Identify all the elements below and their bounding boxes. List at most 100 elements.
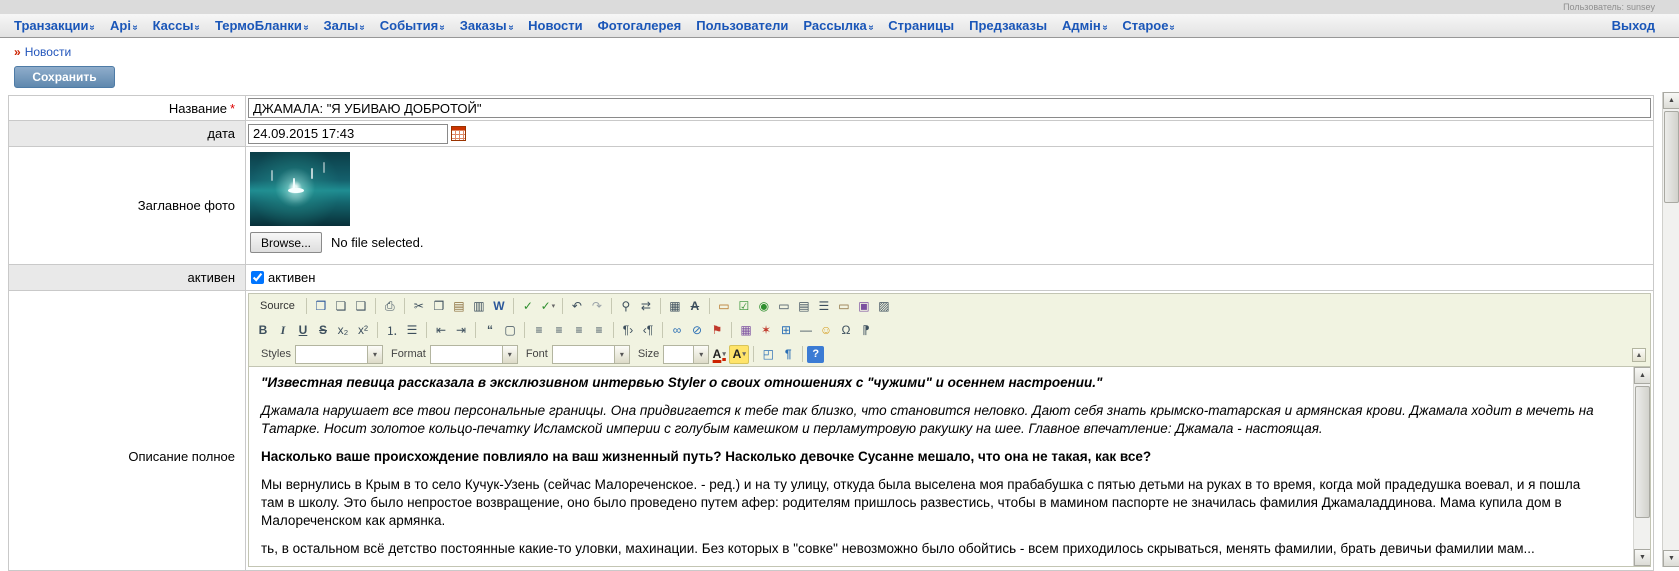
nav-item-termoblanki[interactable]: ТермоБланки» bbox=[215, 18, 311, 33]
superscript-icon[interactable]: x² bbox=[353, 321, 373, 340]
redo-icon[interactable]: ↷ bbox=[587, 297, 607, 316]
copy-icon[interactable]: ❐ bbox=[429, 297, 449, 316]
bidi-rtl-icon[interactable]: ‹¶ bbox=[638, 321, 658, 340]
scroll-up-button[interactable]: ▲ bbox=[1634, 367, 1650, 384]
paste-text-icon[interactable]: ▥ bbox=[469, 297, 489, 316]
nav-item-polzovateli[interactable]: Пользователи bbox=[696, 18, 788, 33]
nav-item-admin[interactable]: Адмін» bbox=[1062, 18, 1110, 33]
strike-icon[interactable]: S bbox=[313, 321, 333, 340]
underline-icon[interactable]: U bbox=[293, 321, 313, 340]
styles-select[interactable]: ▾ bbox=[294, 344, 383, 364]
bold-icon[interactable]: B bbox=[253, 321, 273, 340]
toolbar-collapse-button[interactable]: ▲ bbox=[1632, 348, 1646, 362]
nav-item-zaly[interactable]: Залы» bbox=[323, 18, 367, 33]
justify-block-icon[interactable]: ≡ bbox=[589, 321, 609, 340]
subscript-icon[interactable]: x₂ bbox=[333, 321, 353, 340]
font-select[interactable]: ▾ bbox=[551, 344, 630, 364]
calendar-icon[interactable] bbox=[451, 126, 466, 141]
editor-scrollbar[interactable]: ▲ ▼ bbox=[1633, 367, 1650, 566]
toolbar-separator bbox=[524, 322, 525, 338]
text-color-icon[interactable]: A bbox=[709, 345, 729, 364]
paste-icon[interactable]: ▤ bbox=[449, 297, 469, 316]
div-icon[interactable]: ▢ bbox=[500, 321, 520, 340]
image-icon[interactable]: ▦ bbox=[736, 321, 756, 340]
preview-icon[interactable]: ❑ bbox=[351, 297, 371, 316]
print-icon[interactable]: ⎙ bbox=[380, 297, 400, 316]
checkbox-icon[interactable]: ☑ bbox=[734, 297, 754, 316]
paste-from-word-icon[interactable]: W bbox=[489, 297, 509, 316]
outdent-icon[interactable]: ⇤ bbox=[431, 321, 451, 340]
maximize-icon[interactable]: ◰ bbox=[758, 345, 778, 364]
replace-icon[interactable]: ⇄ bbox=[636, 297, 656, 316]
justify-center-icon[interactable]: ≡ bbox=[549, 321, 569, 340]
nav-item-kassy[interactable]: Кассы» bbox=[153, 18, 203, 33]
bidi-ltr-icon[interactable]: ¶› bbox=[618, 321, 638, 340]
nav-item-zakazy[interactable]: Заказы» bbox=[460, 18, 516, 33]
image-button-icon[interactable]: ▣ bbox=[854, 297, 874, 316]
title-input[interactable] bbox=[248, 98, 1651, 118]
spell-check-icon[interactable]: ✓ bbox=[518, 297, 538, 316]
background-color-icon[interactable]: A bbox=[729, 344, 750, 364]
button-icon[interactable]: ▭ bbox=[834, 297, 854, 316]
blockquote-icon[interactable]: “ bbox=[480, 321, 500, 340]
justify-right-icon[interactable]: ≡ bbox=[569, 321, 589, 340]
chevron-down-icon: » bbox=[129, 24, 141, 31]
source-button[interactable]: Source bbox=[253, 297, 302, 316]
remove-format-icon[interactable]: A bbox=[685, 297, 705, 316]
bulleted-list-icon[interactable]: ☰ bbox=[402, 321, 422, 340]
nav-item-transakcii[interactable]: Транзакции» bbox=[14, 18, 98, 33]
nav-item-staroe[interactable]: Старое» bbox=[1122, 18, 1177, 33]
new-page-icon[interactable]: ❏ bbox=[331, 297, 351, 316]
cut-icon[interactable]: ✂ bbox=[409, 297, 429, 316]
scroll-down-button[interactable]: ▼ bbox=[1663, 550, 1679, 567]
find-icon[interactable]: ⚲ bbox=[616, 297, 636, 316]
nav-logout[interactable]: Выход bbox=[1612, 18, 1655, 33]
nav-item-stranicy[interactable]: Страницы bbox=[888, 18, 954, 33]
nav-item-api[interactable]: Api» bbox=[110, 18, 141, 33]
size-select[interactable]: ▾ bbox=[663, 344, 710, 364]
anchor-icon[interactable]: ⚑ bbox=[707, 321, 727, 340]
flash-icon[interactable]: ✶ bbox=[756, 321, 776, 340]
page-scrollbar-thumb[interactable] bbox=[1664, 111, 1679, 203]
link-icon[interactable]: ∞ bbox=[667, 321, 687, 340]
undo-icon[interactable]: ↶ bbox=[567, 297, 587, 316]
nav-item-predzakazy[interactable]: Предзаказы bbox=[969, 18, 1047, 33]
numbered-list-icon[interactable]: ⒈ bbox=[382, 321, 402, 340]
horizontal-rule-icon[interactable]: — bbox=[796, 321, 816, 340]
form-icon[interactable]: ▭ bbox=[714, 297, 734, 316]
justify-left-icon[interactable]: ≡ bbox=[529, 321, 549, 340]
page-break-icon[interactable]: ⁋ bbox=[856, 321, 876, 340]
special-char-icon[interactable]: Ω bbox=[836, 321, 856, 340]
save-button[interactable]: Сохранить bbox=[14, 66, 115, 88]
about-icon[interactable]: ? bbox=[807, 345, 825, 363]
editor-scrollbar-thumb[interactable] bbox=[1635, 386, 1650, 518]
format-select[interactable]: ▾ bbox=[429, 344, 518, 364]
textarea-icon[interactable]: ▤ bbox=[794, 297, 814, 316]
unlink-icon[interactable]: ⊘ bbox=[687, 321, 707, 340]
nav-item-fotogalereya[interactable]: Фотогалерея bbox=[598, 18, 682, 33]
select-all-icon[interactable]: ▦ bbox=[665, 297, 685, 316]
scayt-icon[interactable]: ✓ bbox=[538, 297, 558, 316]
smiley-icon[interactable]: ☺ bbox=[816, 321, 836, 340]
italic-icon[interactable]: I bbox=[273, 321, 293, 340]
select-field-icon[interactable]: ☰ bbox=[814, 297, 834, 316]
table-icon[interactable]: ⊞ bbox=[776, 321, 796, 340]
nav-item-rassylka[interactable]: Рассылка» bbox=[803, 18, 876, 33]
nav-item-sobytiya[interactable]: События» bbox=[380, 18, 448, 33]
save-icon[interactable]: ❒ bbox=[311, 297, 331, 316]
radio-icon[interactable]: ◉ bbox=[754, 297, 774, 316]
toolbar-separator bbox=[374, 298, 376, 314]
breadcrumb-link-news[interactable]: Новости bbox=[25, 45, 71, 59]
date-input[interactable] bbox=[248, 123, 448, 144]
browse-button[interactable]: Browse... bbox=[250, 232, 323, 253]
indent-icon[interactable]: ⇥ bbox=[451, 321, 471, 340]
active-checkbox[interactable] bbox=[251, 271, 264, 284]
text-field-icon[interactable]: ▭ bbox=[774, 297, 794, 316]
show-blocks-icon[interactable]: ¶ bbox=[778, 345, 798, 364]
page-scrollbar[interactable]: ▲ ▼ bbox=[1662, 92, 1679, 567]
hidden-field-icon[interactable]: ▨ bbox=[874, 297, 894, 316]
nav-item-novosti[interactable]: Новости bbox=[528, 18, 583, 33]
scroll-down-button[interactable]: ▼ bbox=[1634, 549, 1650, 566]
editor-content[interactable]: "Известная певица рассказала в эксклюзив… bbox=[249, 367, 1650, 566]
scroll-up-button[interactable]: ▲ bbox=[1663, 92, 1679, 109]
